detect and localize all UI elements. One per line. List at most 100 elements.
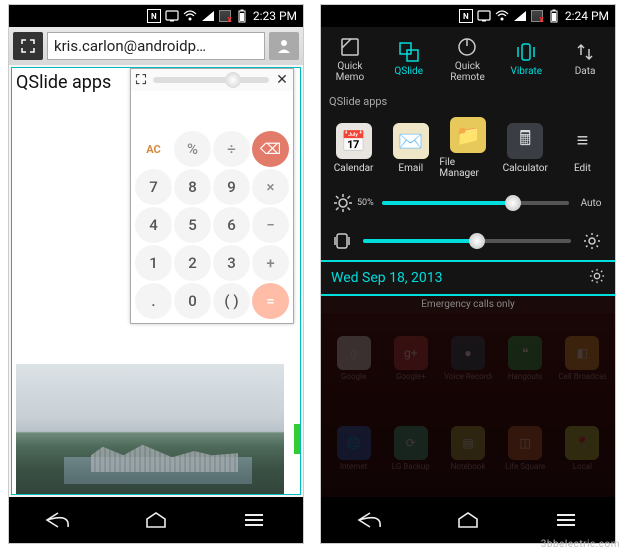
home-button[interactable] (438, 506, 498, 534)
phone-right: N 2:24 PM Quick Memo QSlide Quick Remote Vi… (320, 4, 616, 544)
status-bar: N 2:24 PM (321, 5, 615, 27)
slider-thumb[interactable] (469, 233, 485, 249)
overlay-expand-icon[interactable] (135, 73, 147, 88)
app-icon: ≡ (564, 123, 600, 159)
calc-key-6[interactable]: 6 (213, 207, 250, 243)
calculator-overlay[interactable]: ✕ AC%÷⌫ 789× 456− 123+.0( )= (130, 68, 294, 324)
calc-key-0[interactable]: 0 (174, 283, 211, 319)
slider-thumb[interactable] (505, 195, 521, 211)
battery-icon (235, 9, 249, 23)
toggle-data[interactable]: Data (556, 27, 615, 91)
notification-shade: Quick MemoQSlideQuick RemoteVibrateData … (321, 27, 615, 497)
calc-key-( )[interactable]: ( ) (213, 283, 250, 319)
close-icon[interactable]: ✕ (275, 73, 289, 87)
slider-thumb[interactable] (225, 72, 241, 88)
emergency-text: Emergency calls only (321, 296, 615, 313)
calc-key-2[interactable]: 2 (174, 245, 211, 281)
home-screen-dimmed: gGoogleg+Google+●Voice Recorder❝Hangouts… (321, 313, 615, 497)
landscape-photo (16, 364, 284, 495)
url-bar[interactable]: kris.carlon@androidp… (47, 32, 265, 60)
fullscreen-icon[interactable] (13, 32, 43, 60)
calc-key-%[interactable]: % (174, 131, 211, 167)
toggle-label: Quick Remote (450, 62, 485, 83)
calc-key-+[interactable]: + (252, 245, 289, 281)
calc-key-.[interactable]: . (135, 283, 172, 319)
status-time: 2:23 PM (253, 9, 297, 23)
auto-brightness[interactable]: Auto (577, 198, 605, 209)
volume-row (321, 222, 615, 260)
account-icon[interactable] (269, 32, 299, 60)
app-label: Email (398, 163, 423, 174)
qslide-app-edit[interactable]: ≡ Edit (554, 112, 611, 184)
home-button[interactable] (126, 506, 186, 534)
app-icon: 📅 (336, 123, 372, 159)
left-content: kris.carlon@androidp… QSlide apps ✕ (9, 27, 303, 497)
toggle-vibrate[interactable]: Vibrate (497, 27, 556, 91)
calc-key-−[interactable]: − (252, 207, 289, 243)
nfc-icon: N (147, 9, 161, 23)
back-button[interactable] (340, 506, 400, 534)
qslide-app-calendar[interactable]: 📅 Calendar (325, 112, 382, 184)
nfc-icon: N (459, 9, 473, 23)
status-bar: N 2:23 PM (9, 5, 303, 27)
toggle-label: Vibrate (510, 67, 542, 78)
app-label: Edit (574, 163, 591, 174)
data-icon (573, 40, 597, 64)
date-row[interactable]: Wed Sep 18, 2013 (321, 260, 615, 296)
cast-icon (165, 9, 179, 23)
calc-key-4[interactable]: 4 (135, 207, 172, 243)
watermark: 3bbelectric.com (541, 539, 620, 550)
remote-icon (455, 35, 479, 59)
wifi-icon (495, 9, 509, 23)
nav-bar (9, 497, 303, 543)
calc-display (131, 91, 293, 127)
cast-icon (477, 9, 491, 23)
qslide-app-calculator[interactable]: 🖩 Calculator (497, 112, 554, 184)
calc-key-×[interactable]: × (252, 169, 289, 205)
calc-key-8[interactable]: 8 (174, 169, 211, 205)
browser-toolbar: kris.carlon@androidp… (9, 27, 303, 65)
menu-button[interactable] (224, 506, 284, 534)
page-body: QSlide apps ✕ AC%÷⌫789×456−123+.0( )= (11, 67, 301, 495)
transparency-slider[interactable] (153, 77, 269, 83)
app-label: File Manager (439, 157, 496, 179)
settings-icon[interactable] (579, 229, 605, 253)
toggle-label: Data (575, 67, 596, 78)
calc-key-=[interactable]: = (252, 283, 289, 319)
sim-error-icon (219, 10, 231, 22)
side-handle[interactable] (294, 424, 300, 454)
signal-icon (201, 9, 215, 23)
date-settings-icon[interactable] (589, 268, 605, 288)
app-icon: 🖩 (507, 123, 543, 159)
status-time: 2:24 PM (565, 9, 609, 23)
calc-key-1[interactable]: 1 (135, 245, 172, 281)
toggle-memo[interactable]: Quick Memo (321, 27, 380, 91)
toggle-label: QSlide (394, 67, 423, 78)
app-label: Calendar (334, 163, 374, 174)
calc-key-⌫[interactable]: ⌫ (252, 131, 289, 167)
volume-slider[interactable] (363, 239, 571, 243)
calc-key-3[interactable]: 3 (213, 245, 250, 281)
sim-error-icon (531, 10, 543, 22)
date-text: Wed Sep 18, 2013 (331, 270, 443, 286)
calc-keypad: AC%÷⌫ 789× 456− 123+.0( )= (131, 127, 293, 323)
qslide-app-email[interactable]: ✉️ Email (382, 112, 439, 184)
qslide-app-file-manager[interactable]: 📁File Manager (439, 112, 496, 184)
app-icon: ✉️ (393, 123, 429, 159)
calc-key-5[interactable]: 5 (174, 207, 211, 243)
overlay-header[interactable]: ✕ (131, 69, 293, 91)
app-label: Calculator (503, 163, 548, 174)
brightness-row: 50% Auto (321, 184, 615, 222)
calc-key-7[interactable]: 7 (135, 169, 172, 205)
back-button[interactable] (28, 506, 88, 534)
toggle-remote[interactable]: Quick Remote (439, 27, 498, 91)
calc-key-÷[interactable]: ÷ (213, 131, 250, 167)
calc-key-9[interactable]: 9 (213, 169, 250, 205)
calc-key-AC[interactable]: AC (135, 131, 172, 167)
menu-button[interactable] (536, 506, 596, 534)
toggle-qslide[interactable]: QSlide (380, 27, 439, 91)
photo-overlay[interactable] (16, 364, 284, 495)
brightness-slider[interactable] (382, 201, 569, 205)
qslide-icon (397, 40, 421, 64)
battery-icon (547, 9, 561, 23)
